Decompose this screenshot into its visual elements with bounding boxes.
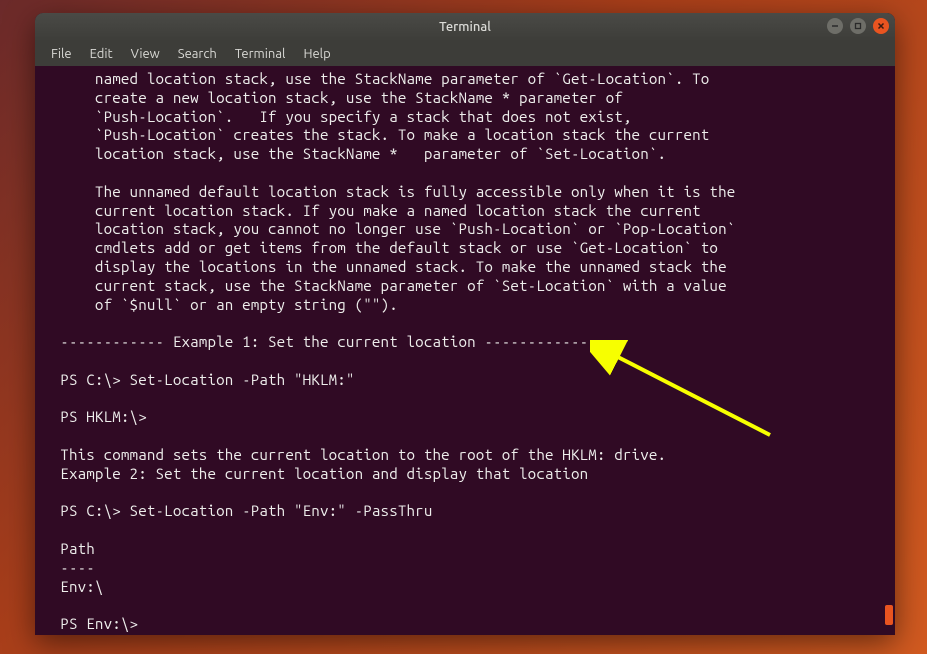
close-button[interactable] [873, 18, 889, 34]
titlebar[interactable]: Terminal [35, 13, 895, 41]
maximize-icon [854, 22, 862, 30]
menubar: File Edit View Search Terminal Help [35, 41, 895, 66]
menu-search[interactable]: Search [170, 44, 225, 64]
maximize-button[interactable] [850, 18, 866, 34]
terminal-output: named location stack, use the StackName … [43, 70, 887, 634]
menu-help[interactable]: Help [295, 44, 338, 64]
window-controls [827, 18, 889, 34]
menu-terminal[interactable]: Terminal [227, 44, 294, 64]
menu-view[interactable]: View [123, 44, 168, 64]
scrollbar-thumb[interactable] [885, 605, 893, 625]
window-title: Terminal [439, 20, 491, 34]
menu-file[interactable]: File [43, 44, 80, 64]
menu-edit[interactable]: Edit [82, 44, 121, 64]
close-icon [877, 22, 885, 30]
minimize-button[interactable] [827, 18, 843, 34]
minimize-icon [831, 22, 839, 30]
terminal-window: Terminal File Edit View Search Terminal … [35, 13, 895, 635]
terminal-body[interactable]: named location stack, use the StackName … [35, 66, 895, 635]
scrollbar[interactable] [883, 66, 893, 635]
